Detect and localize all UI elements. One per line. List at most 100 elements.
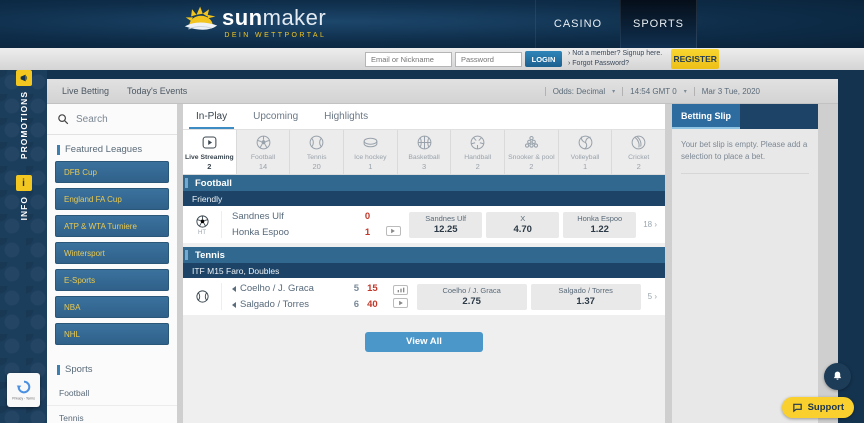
sports-header: Sports [47,355,177,381]
tab-in-play[interactable]: In-Play [183,104,240,129]
league-button[interactable]: England FA Cup [55,188,169,210]
divider [545,87,546,96]
filter-football[interactable]: Football 14 [237,130,291,174]
sport-filters: Live Streaming 2 Football 14 Tennis 20 I… [183,130,665,175]
football-odds: Sandnes Ulf 12.25 X 4.70 Honka Espoo 1.2… [409,212,636,238]
tennis-odds: Coelho / J. Graca 2.75 Salgado / Torres … [417,284,641,310]
main-tabs: In-PlayUpcomingHighlights [183,104,665,130]
cricket-icon [630,134,647,151]
page: sunmaker DEIN WETTPORTAL CASINOSPORTS LO… [0,0,864,423]
filter-volleyball[interactable]: Volleyball 1 [559,130,613,174]
password-field[interactable] [455,52,522,67]
login-links: › Not a member? Signup here. › Forgot Pa… [568,49,662,69]
chat-icon [792,402,803,413]
sidebar-sport-item[interactable]: Football [47,381,177,406]
support-button[interactable]: Support [782,397,854,418]
filter-snooker[interactable]: Snooker & pool 2 [505,130,559,174]
handball-icon [469,134,486,151]
away-team: Honka Espoo [232,227,365,238]
match-sport-block: HT [183,214,221,236]
accent-bar [185,178,188,188]
search-input[interactable]: Search [47,104,177,135]
sidebar-sport-item[interactable]: Tennis [47,406,177,423]
section-header-tennis[interactable]: Tennis [183,247,665,263]
snooker-icon [523,134,540,151]
recaptcha-icon [16,379,32,395]
promotions-tab[interactable]: PROMOTIONS [0,70,47,159]
away-team: Salgado / Torres [240,299,309,310]
signup-link[interactable]: › Not a member? Signup here. [568,49,662,59]
league-button[interactable]: ATP & WTA Turniere [55,215,169,237]
football-icon [255,134,272,151]
league-button[interactable]: NBA [55,296,169,318]
match-row-football[interactable]: HT Sandnes Ulf Honka Espoo 0 1 [183,206,665,243]
tennis-ball-icon [195,289,210,304]
sun-logo-icon [183,5,219,37]
divider [694,87,695,96]
info-label: INFO [19,196,29,220]
bell-icon [831,370,844,383]
left-strip: PROMOTIONS i INFO Privacy - Terms [0,70,47,423]
accent-bar [57,145,60,155]
divider [622,87,623,96]
tab-highlights[interactable]: Highlights [311,104,381,129]
view-all-button[interactable]: View All [365,332,483,352]
filter-cricket[interactable]: Cricket 2 [612,130,665,174]
odds-button[interactable]: Salgado / Torres 1.37 [531,284,641,310]
timezone-select[interactable]: 14:54 GMT 0 [630,87,677,96]
info-icon: i [16,175,32,191]
filter-tennis[interactable]: Tennis 20 [290,130,344,174]
nav-tab-casino[interactable]: CASINO [535,0,620,48]
more-markets-link[interactable]: 5 › [648,292,657,301]
subnav-link[interactable]: Today's Events [127,86,187,96]
league-button[interactable]: E-Sports [55,269,169,291]
search-icon [57,113,69,125]
league-bar-friendly: Friendly [183,191,665,206]
filter-live-streaming[interactable]: Live Streaming 2 [183,130,237,174]
teams-block: Sandnes Ulf Honka Espoo [221,211,365,238]
stats-icon [397,287,405,293]
content-wrap: Live Betting Today's Events Odds: Decimal… [47,79,838,423]
odds-button[interactable]: Coelho / J. Graca 2.75 [417,284,527,310]
sunmaker-logo[interactable]: sunmaker DEIN WETTPORTAL [183,5,326,39]
odds-button[interactable]: Sandnes Ulf 12.25 [409,212,482,238]
section-header-football[interactable]: Football [183,175,665,191]
score-block: 5 6 15 40 [354,283,378,310]
home-sets: 5 [354,283,359,294]
odds-button[interactable]: Honka Espoo 1.22 [563,212,636,238]
login-button[interactable]: LOGIN [525,51,562,67]
league-button[interactable]: NHL [55,323,169,345]
odds-format-select[interactable]: Odds: Decimal [553,87,605,96]
league-button[interactable]: Wintersport [55,242,169,264]
recaptcha-badge[interactable]: Privacy - Terms [7,373,40,407]
live-stream-button[interactable] [386,226,401,236]
match-row-tennis[interactable]: Coelho / J. Graca Salgado / Torres 5 6 1… [183,278,665,315]
live-stream-button[interactable] [393,298,408,308]
forgot-password-link[interactable]: › Forgot Password? [568,59,662,69]
top-header: sunmaker DEIN WETTPORTAL CASINOSPORTS [0,0,864,48]
filter-handball[interactable]: Handball 2 [451,130,505,174]
email-field[interactable] [365,52,452,67]
more-markets-link[interactable]: 18 › [643,220,657,229]
tab-upcoming[interactable]: Upcoming [240,104,311,129]
info-tab[interactable]: i INFO [0,175,47,220]
notifications-button[interactable] [824,363,851,390]
login-bar: LOGIN › Not a member? Signup here. › For… [0,48,864,70]
media-buttons [393,285,409,308]
filter-basketball[interactable]: Basketball 3 [398,130,452,174]
sports-list: FootballTennisIce hockeyBasketballAmeric… [47,381,177,423]
nav-tab-sports[interactable]: SPORTS [620,0,697,48]
subnav-right: Odds: Decimal ▾ 14:54 GMT 0 ▾ Mar 3 Tue,… [545,87,838,96]
away-points: 40 [367,299,378,310]
betting-slip-tab[interactable]: Betting Slip [672,104,740,129]
filter-ice-hockey[interactable]: Ice hockey 1 [344,130,398,174]
league-button[interactable]: DFB Cup [55,161,169,183]
subnav-link[interactable]: Live Betting [62,86,109,96]
stats-button[interactable] [393,285,408,295]
brand-tagline: DEIN WETTPORTAL [222,32,326,39]
current-date: Mar 3 Tue, 2020 [702,87,760,96]
content-row: Search Featured Leagues DFB CupEngland F… [47,104,838,423]
odds-button[interactable]: X 4.70 [486,212,559,238]
home-score: 0 [365,211,370,222]
register-button[interactable]: REGISTER [671,49,719,69]
